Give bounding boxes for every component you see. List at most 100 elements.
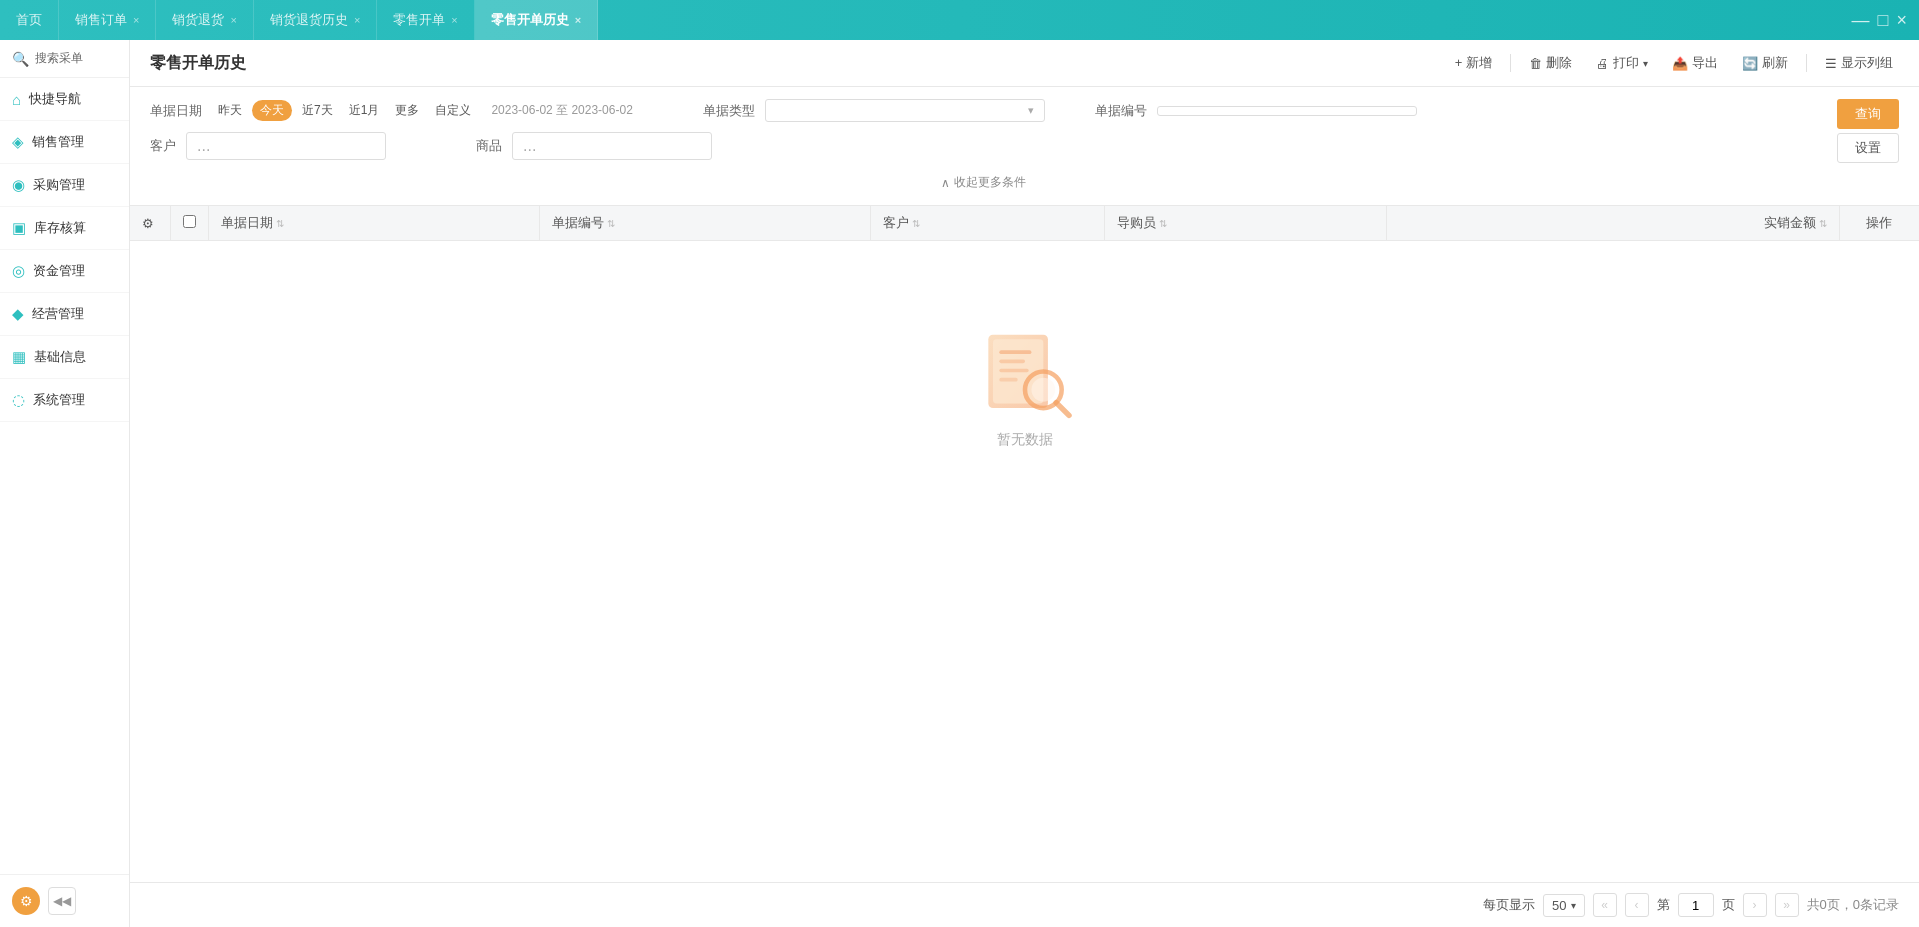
date-btn-1month[interactable]: 近1月 [343, 100, 386, 121]
date-shortcuts: 昨天 今天 近7天 近1月 更多 自定义 [212, 100, 477, 121]
per-page-arrow-icon: ▾ [1571, 900, 1576, 911]
print-icon: 🖨 [1596, 56, 1609, 71]
sort-number-icon: ⇅ [607, 218, 615, 229]
customer-dots: ... [197, 137, 210, 155]
print-arrow-icon: ▾ [1643, 58, 1648, 69]
window-close-btn[interactable]: × [1896, 10, 1907, 31]
sidebar-item-quicknav-label: 快捷导航 [29, 90, 81, 108]
data-table: ⚙ 单据日期 ⇅ 单据编号 [130, 206, 1919, 241]
tab-sales-return-label: 销货退货 [172, 11, 224, 29]
sidebar-item-basic[interactable]: ▦ 基础信息 [0, 336, 129, 379]
th-customer[interactable]: 客户 ⇅ [871, 206, 1105, 241]
tab-sales-return-close[interactable]: × [230, 14, 236, 26]
th-date-label: 单据日期 [221, 214, 273, 232]
next-page-btn[interactable]: › [1743, 893, 1767, 917]
delete-button[interactable]: 🗑 删除 [1523, 50, 1578, 76]
purchase-icon: ◉ [12, 176, 25, 194]
tab-list: 首页 销售订单 × 销货退货 × 销货退货历史 × 零售开单 × 零售开单历史 … [0, 0, 1840, 40]
th-amount[interactable]: 实销金额 ⇅ [1387, 206, 1839, 241]
header-actions: + 新增 🗑 删除 🖨 打印 ▾ 📤 导出 🔄 刷新 [1449, 50, 1899, 76]
date-btn-7days[interactable]: 近7天 [296, 100, 339, 121]
tab-sales-return-history-label: 销货退货历史 [270, 11, 348, 29]
doc-number-input[interactable] [1157, 106, 1417, 116]
collapse-more-label: 收起更多条件 [954, 174, 1026, 191]
refresh-label: 刷新 [1762, 54, 1788, 72]
add-button[interactable]: + 新增 [1449, 50, 1498, 76]
tab-retail-order-label: 零售开单 [393, 11, 445, 29]
tab-retail-history-close[interactable]: × [575, 14, 581, 26]
tab-sales-return-history[interactable]: 销货退货历史 × [254, 0, 377, 40]
page-number-input[interactable] [1678, 893, 1714, 917]
display-icon: ☰ [1825, 56, 1837, 71]
svg-rect-4 [999, 369, 1028, 373]
filter-row-1: 单据日期 昨天 今天 近7天 近1月 更多 自定义 2023-06-02 至 2… [150, 99, 1817, 122]
last-page-btn[interactable]: » [1775, 893, 1799, 917]
column-settings-icon[interactable]: ⚙ [142, 216, 154, 231]
page-header: 零售开单历史 + 新增 🗑 删除 🖨 打印 ▾ 📤 导出 � [130, 40, 1919, 87]
export-button[interactable]: 📤 导出 [1666, 50, 1724, 76]
page-total: 共0页，0条记录 [1807, 896, 1899, 914]
sort-date-icon: ⇅ [276, 218, 284, 229]
sidebar-item-operation[interactable]: ◆ 经营管理 [0, 293, 129, 336]
delete-icon: 🗑 [1529, 56, 1542, 71]
select-all-checkbox[interactable] [183, 215, 196, 228]
sidebar-item-finance[interactable]: ◎ 资金管理 [0, 250, 129, 293]
filter-row-2: 客户 ... 商品 ... [150, 132, 1817, 160]
th-guide[interactable]: 导购员 ⇅ [1104, 206, 1387, 241]
sidebar: 🔍 搜索采单 ⌂ 快捷导航 ◈ 销售管理 ◉ 采购管理 ▣ 库存核算 ◎ 资金管… [0, 40, 130, 927]
tab-sales-return[interactable]: 销货退货 × [156, 0, 253, 40]
doc-number-label: 单据编号 [1095, 102, 1147, 120]
sidebar-item-sales[interactable]: ◈ 销售管理 [0, 121, 129, 164]
first-page-btn[interactable]: « [1593, 893, 1617, 917]
refresh-button[interactable]: 🔄 刷新 [1736, 50, 1794, 76]
pagination-bar: 每页显示 50 ▾ « ‹ 第 页 › » 共0页，0条记录 [130, 882, 1919, 927]
sidebar-item-system-label: 系统管理 [33, 391, 85, 409]
date-btn-more[interactable]: 更多 [389, 100, 425, 121]
window-max-btn[interactable]: □ [1878, 10, 1889, 31]
sidebar-item-operation-label: 经营管理 [32, 305, 84, 323]
divider-1 [1510, 54, 1511, 72]
prev-page-btn[interactable]: ‹ [1625, 893, 1649, 917]
page-suffix: 页 [1722, 896, 1735, 914]
customer-input[interactable]: ... [186, 132, 386, 160]
query-button[interactable]: 查询 [1837, 99, 1899, 129]
print-label: 打印 [1613, 54, 1639, 72]
sidebar-item-system[interactable]: ◌ 系统管理 [0, 379, 129, 422]
tab-sales-return-history-close[interactable]: × [354, 14, 360, 26]
collapse-more-btn[interactable]: ∧ 收起更多条件 [150, 170, 1817, 195]
date-btn-yesterday[interactable]: 昨天 [212, 100, 248, 121]
tab-home-label: 首页 [16, 11, 42, 29]
sort-customer-icon: ⇅ [912, 218, 920, 229]
per-page-select[interactable]: 50 ▾ [1543, 894, 1584, 917]
th-settings[interactable]: ⚙ [130, 206, 170, 241]
tab-retail-history[interactable]: 零售开单历史 × [475, 0, 598, 40]
per-page-label: 每页显示 [1483, 896, 1535, 914]
tab-retail-order-close[interactable]: × [451, 14, 457, 26]
date-btn-today[interactable]: 今天 [252, 100, 292, 121]
settings-button[interactable]: 设置 [1837, 133, 1899, 163]
filter-area: 单据日期 昨天 今天 近7天 近1月 更多 自定义 2023-06-02 至 2… [130, 87, 1919, 206]
filter-arrow-down-icon: ▾ [1028, 104, 1034, 117]
sidebar-collapse-btn[interactable]: ◀◀ [48, 887, 76, 915]
tab-home[interactable]: 首页 [0, 0, 59, 40]
tab-sales-order[interactable]: 销售订单 × [59, 0, 156, 40]
tab-sales-order-close[interactable]: × [133, 14, 139, 26]
settings-gear-btn[interactable]: ⚙ [12, 887, 40, 915]
sidebar-search[interactable]: 🔍 搜索采单 [0, 40, 129, 78]
divider-2 [1806, 54, 1807, 72]
th-date[interactable]: 单据日期 ⇅ [208, 206, 539, 241]
sidebar-item-quicknav[interactable]: ⌂ 快捷导航 [0, 78, 129, 121]
sidebar-item-inventory[interactable]: ▣ 库存核算 [0, 207, 129, 250]
date-btn-custom[interactable]: 自定义 [429, 100, 477, 121]
product-input[interactable]: ... [512, 132, 712, 160]
doc-type-select[interactable]: ▾ [765, 99, 1045, 122]
sidebar-item-purchase[interactable]: ◉ 采购管理 [0, 164, 129, 207]
product-filter-label: 商品 [476, 137, 502, 155]
th-customer-label: 客户 [883, 214, 909, 232]
window-min-btn[interactable]: — [1852, 10, 1870, 31]
th-number[interactable]: 单据编号 ⇅ [539, 206, 870, 241]
tab-retail-order[interactable]: 零售开单 × [377, 0, 474, 40]
print-button[interactable]: 🖨 打印 ▾ [1590, 50, 1654, 76]
top-bar: 首页 销售订单 × 销货退货 × 销货退货历史 × 零售开单 × 零售开单历史 … [0, 0, 1919, 40]
display-button[interactable]: ☰ 显示列组 [1819, 50, 1899, 76]
